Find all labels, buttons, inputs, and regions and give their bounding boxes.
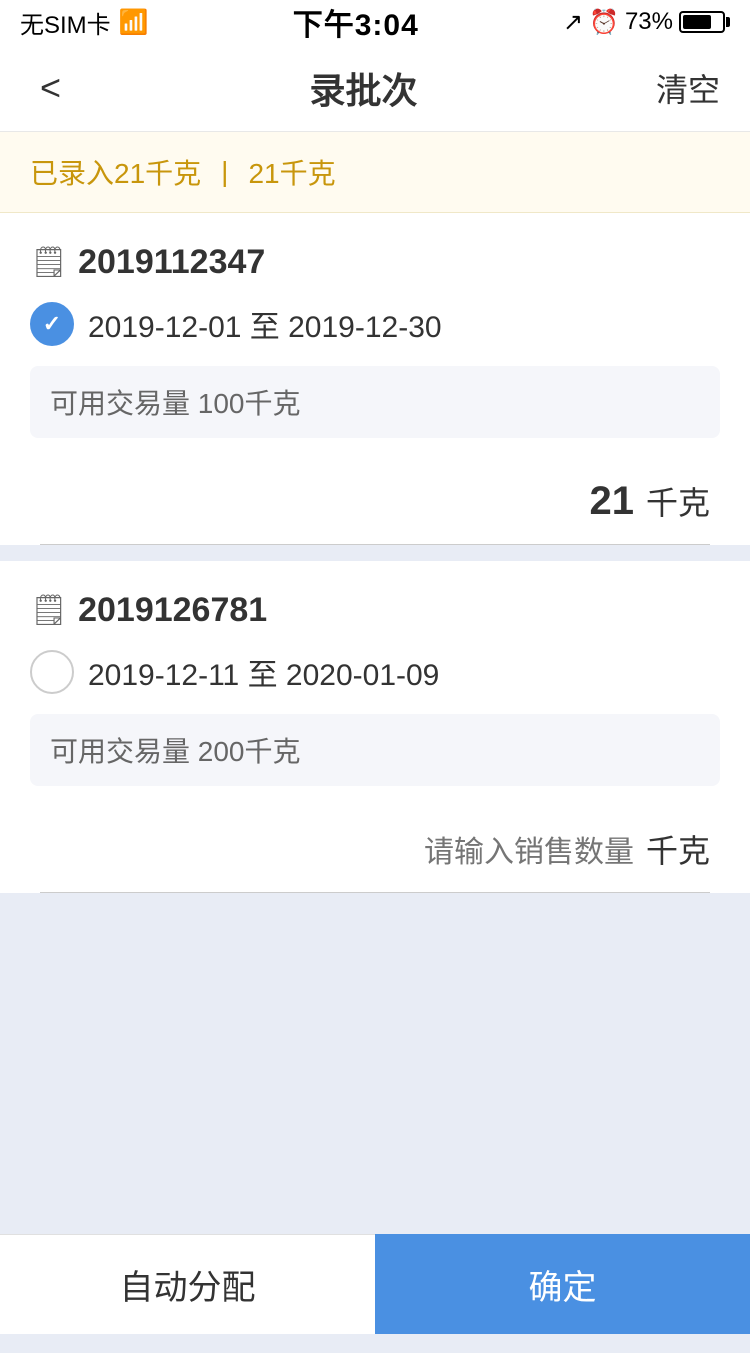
- batch-1-date-row[interactable]: ✓ 2019-12-01 至 2019-12-30: [0, 292, 750, 356]
- wifi-icon: 📶: [119, 8, 149, 37]
- batch-2-date-row[interactable]: 2019-12-11 至 2020-01-09: [0, 640, 750, 704]
- batch-1-header: 🗒 2019112347: [0, 213, 750, 292]
- section-separator: [0, 545, 750, 561]
- back-button[interactable]: <: [30, 57, 71, 119]
- page-title: 录批次: [310, 62, 418, 114]
- check-icon-1: ✓: [43, 311, 61, 337]
- footer: 自动分配 确定: [0, 1234, 750, 1334]
- auto-distribute-button[interactable]: 自动分配: [0, 1234, 375, 1334]
- batch-2-date: 2019-12-11 至 2020-01-09: [88, 650, 439, 694]
- status-bar: 无SIM卡 📶 下午3:04 ↗ ⏰ 73%: [0, 0, 750, 44]
- batch-card-1: 🗒 2019112347 ✓ 2019-12-01 至 2019-12-30 可…: [0, 213, 750, 545]
- batch-2-unit: 千克: [646, 826, 710, 872]
- battery-icon: [679, 11, 730, 33]
- batch-1-available: 可用交易量 100千克: [30, 366, 720, 438]
- sales-quantity-input[interactable]: [334, 836, 634, 870]
- batch-1-amount-value: 21: [589, 479, 634, 524]
- status-right: ↗ ⏰ 73%: [563, 8, 730, 37]
- info-divider: |: [221, 156, 228, 188]
- status-left: 无SIM卡 📶: [20, 5, 149, 40]
- carrier-text: 无SIM卡: [20, 5, 111, 40]
- batch-1-amount-unit: 千克: [646, 478, 710, 524]
- batch-1-amount-row: 21 千克: [0, 458, 750, 544]
- batch-2-header: 🗒 2019126781: [0, 561, 750, 640]
- batch-card-2: 🗒 2019126781 2019-12-11 至 2020-01-09 可用交…: [0, 561, 750, 893]
- batch-1-radio[interactable]: ✓: [30, 302, 74, 346]
- batch-2-radio[interactable]: [30, 650, 74, 694]
- batch-2-input-row[interactable]: 千克: [0, 806, 750, 892]
- confirm-button[interactable]: 确定: [375, 1234, 750, 1334]
- info-bar: 已录入21千克 | 21千克: [0, 132, 750, 213]
- recorded-amount-value: 21千克: [248, 152, 335, 192]
- batch-1-date: 2019-12-01 至 2019-12-30: [88, 302, 442, 346]
- batch-1-id: 2019112347: [78, 243, 265, 282]
- doc-icon-2: 🗒: [30, 593, 68, 628]
- batch-2-id: 2019126781: [78, 591, 267, 630]
- recorded-amount-label: 已录入21千克: [30, 152, 201, 192]
- batch-2-available: 可用交易量 200千克: [30, 714, 720, 786]
- nav-bar: < 录批次 清空: [0, 44, 750, 132]
- clear-button[interactable]: 清空: [656, 65, 720, 111]
- location-icon: ↗: [563, 8, 583, 37]
- alarm-icon: ⏰: [589, 8, 619, 37]
- status-time: 下午3:04: [293, 0, 419, 44]
- battery-percent: 73%: [625, 8, 673, 36]
- doc-icon-1: 🗒: [30, 245, 68, 280]
